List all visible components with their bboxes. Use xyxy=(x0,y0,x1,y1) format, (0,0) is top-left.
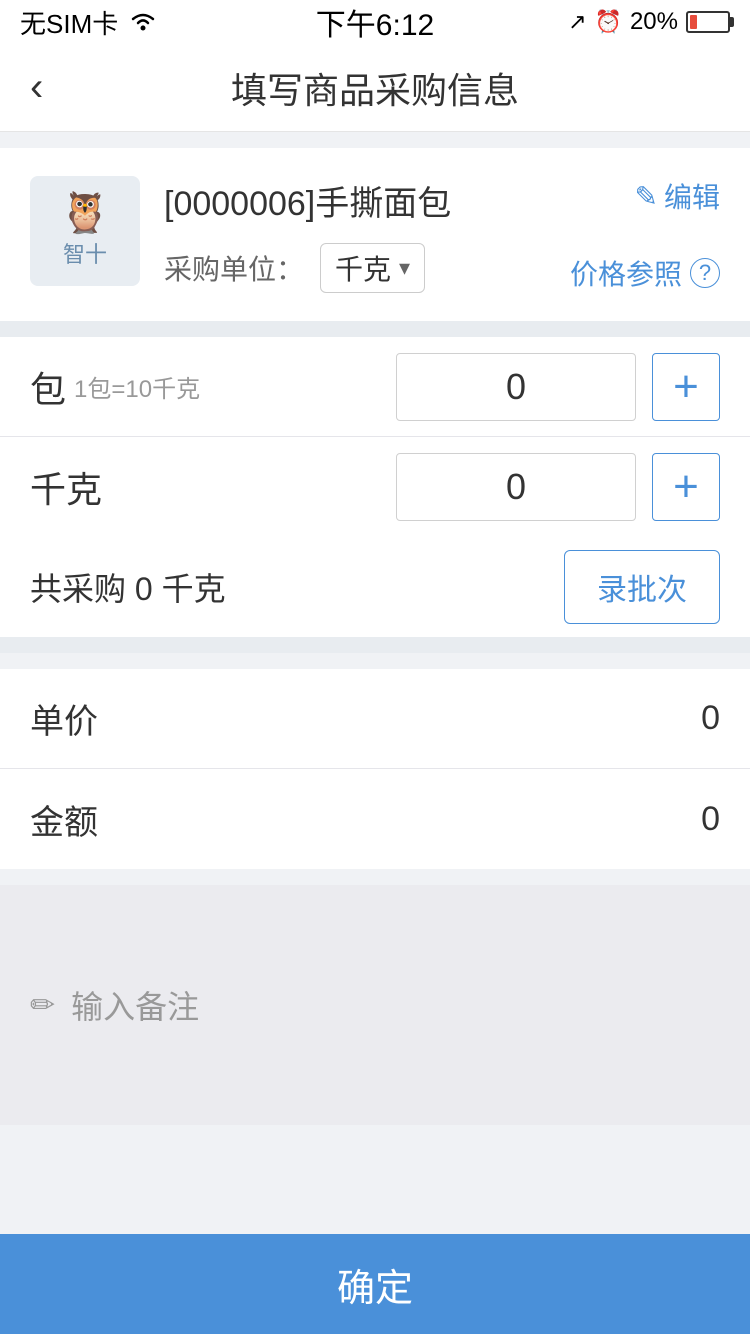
battery-percent: 20% xyxy=(630,8,678,36)
amount-value: 0 xyxy=(701,800,720,839)
pencil-icon: ✏ xyxy=(30,988,55,1023)
record-batch-button[interactable]: 录批次 xyxy=(564,550,720,624)
edit-icon: ✎ xyxy=(635,180,658,213)
carrier-text: 无SIM卡 xyxy=(20,4,118,41)
unit-select[interactable]: 千克 ▾ xyxy=(320,243,425,293)
nav-bar: ‹ 填写商品采购信息 xyxy=(0,44,750,132)
notes-section[interactable]: ✏ 输入备注 xyxy=(0,885,750,1125)
chevron-down-icon: ▾ xyxy=(399,255,410,281)
qty-input-kg[interactable] xyxy=(396,453,636,521)
back-button[interactable]: ‹ xyxy=(30,65,43,110)
help-icon: ? xyxy=(690,258,720,288)
status-bar-left: 无SIM卡 xyxy=(20,4,158,41)
quantity-row-bao: 包 1包=10千克 + xyxy=(0,337,750,437)
qty-plus-kg[interactable]: + xyxy=(652,453,720,521)
alarm-icon: ⏰ xyxy=(595,9,622,35)
wifi-icon xyxy=(128,7,158,38)
unit-price-value: 0 xyxy=(701,699,720,738)
info-section: 单价 0 金额 0 xyxy=(0,669,750,869)
edit-label: 编辑 xyxy=(664,176,720,216)
quantity-row-kg: 千克 + xyxy=(0,437,750,537)
product-card: 🦉 智十 [0000006]手撕面包 采购单位： 千克 ▾ ✎ 编辑 价格参照 … xyxy=(0,148,750,321)
qty-input-bao[interactable] xyxy=(396,353,636,421)
status-bar: 无SIM卡 下午6:12 ↗ ⏰ 20% xyxy=(0,0,750,44)
unit-value: 千克 xyxy=(335,248,391,288)
location-icon: ↗ xyxy=(568,9,586,35)
battery-icon xyxy=(686,11,730,33)
page-title: 填写商品采购信息 xyxy=(231,62,519,114)
qty-plus-bao[interactable]: + xyxy=(652,353,720,421)
total-label: 共采购 0 千克 xyxy=(30,564,564,610)
separator-1 xyxy=(0,321,750,337)
amount-row: 金额 0 xyxy=(0,769,750,869)
amount-label: 金额 xyxy=(30,795,701,844)
status-bar-right: ↗ ⏰ 20% xyxy=(568,8,730,36)
quantity-section: 包 1包=10千克 + 千克 + xyxy=(0,337,750,537)
unit-price-row: 单价 0 xyxy=(0,669,750,769)
notes-placeholder: 输入备注 xyxy=(71,982,199,1028)
separator-2 xyxy=(0,637,750,653)
price-ref-button[interactable]: 价格参照 ? xyxy=(570,253,720,293)
edit-button[interactable]: ✎ 编辑 xyxy=(635,176,720,216)
unit-label: 采购单位： xyxy=(164,248,304,288)
status-bar-time: 下午6:12 xyxy=(316,0,434,44)
confirm-button[interactable]: 确定 xyxy=(0,1234,750,1334)
product-thumbnail: 🦉 智十 xyxy=(30,176,140,286)
brand-label: 智十 xyxy=(63,237,107,269)
qty-label-kg: 千克 xyxy=(30,461,102,513)
unit-price-label: 单价 xyxy=(30,694,701,743)
total-row: 共采购 0 千克 录批次 xyxy=(0,537,750,637)
qty-sub-bao: 1包=10千克 xyxy=(74,369,200,404)
qty-label-bao: 包 xyxy=(30,361,66,413)
price-ref-label: 价格参照 xyxy=(570,253,682,293)
product-image-owl: 🦉 xyxy=(60,193,110,233)
